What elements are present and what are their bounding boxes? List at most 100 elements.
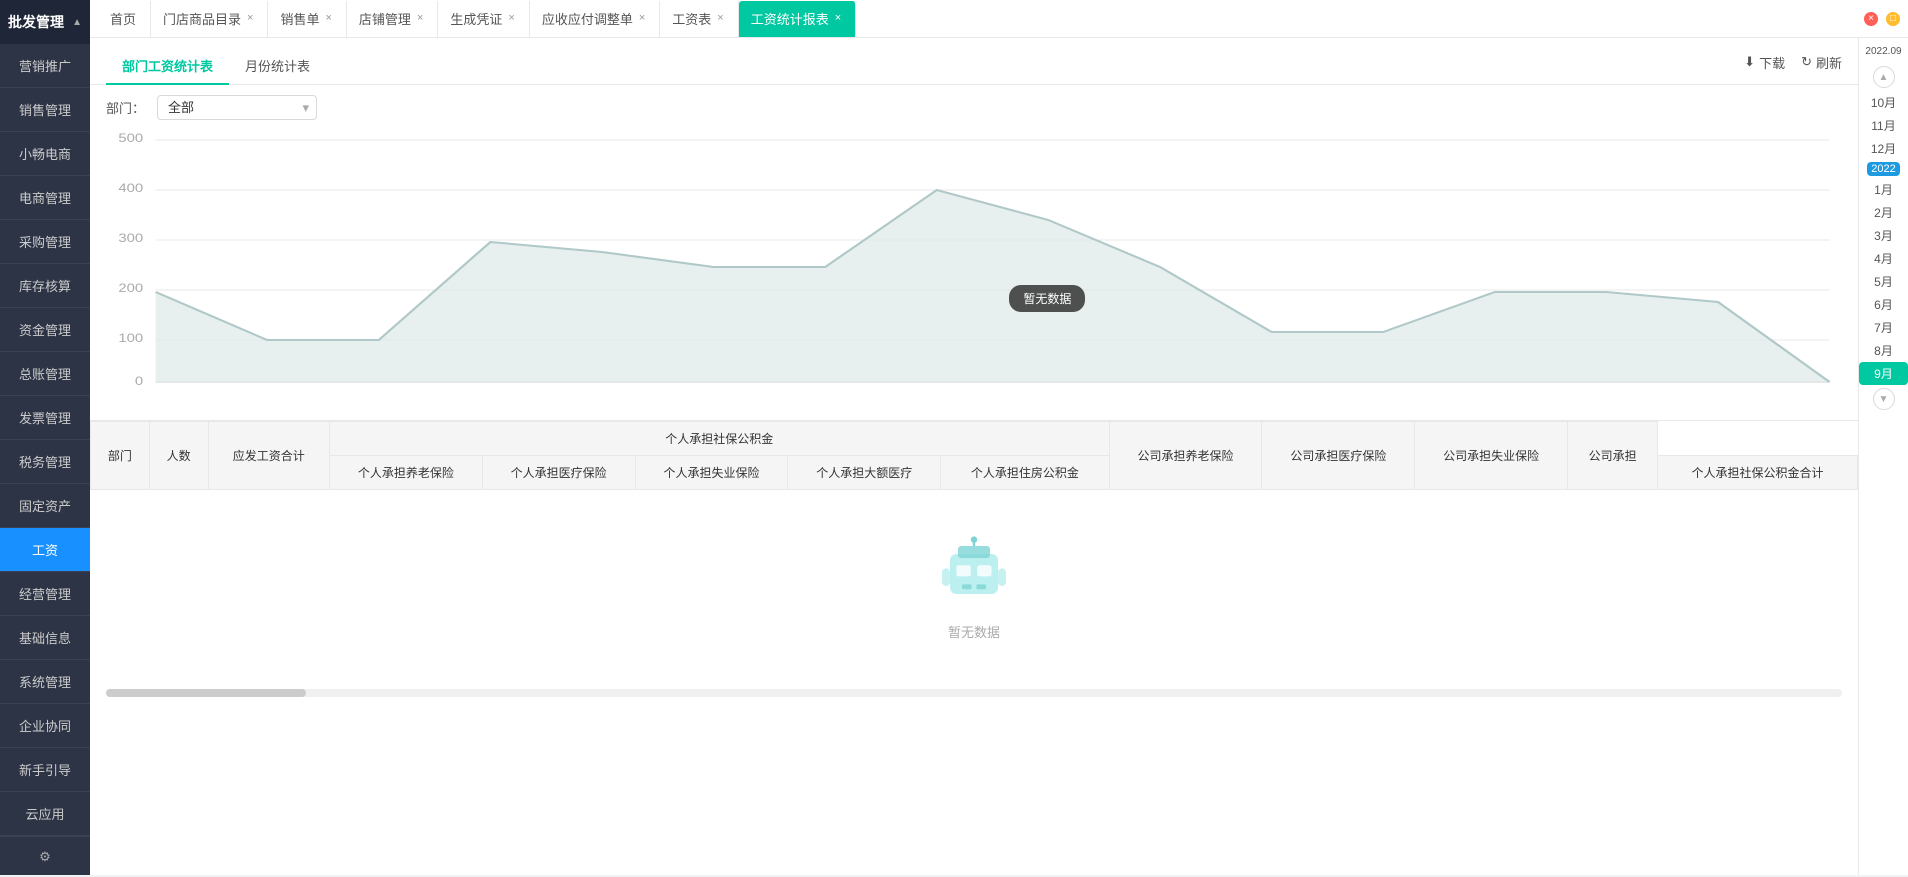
sidebar-item-gz[interactable]: 工资 bbox=[0, 528, 90, 572]
sidebar-item-fpgl[interactable]: 发票管理 bbox=[0, 396, 90, 440]
timeline-down-btn[interactable]: ▼ bbox=[1873, 388, 1895, 410]
sub-tabs-bar: 部门工资统计表 月份统计表 ⬇ 下载 ↻ 刷新 bbox=[90, 38, 1858, 85]
chart-svg: 500 400 300 200 100 0 bbox=[106, 130, 1842, 390]
tab-ysyftz[interactable]: 应收应付调整单× bbox=[530, 1, 660, 37]
sidebar-item-swgl[interactable]: 税务管理 bbox=[0, 440, 90, 484]
th-p-medical: 个人承担医疗保险 bbox=[482, 456, 635, 490]
window-restore-btn[interactable]: □ bbox=[1886, 12, 1900, 26]
sidebar-item-gdyc[interactable]: 固定资产 bbox=[0, 484, 90, 528]
main-area: 首页门店商品目录×销售单×店铺管理×生成凭证×应收应付调整单×工资表×工资统计报… bbox=[90, 0, 1908, 875]
dept-select-wrapper: 全部 bbox=[157, 95, 317, 120]
tab-close-mdsp[interactable]: × bbox=[247, 13, 253, 24]
timeline-month-6[interactable]: 6月 bbox=[1859, 293, 1908, 316]
refresh-btn[interactable]: ↻ 刷新 bbox=[1801, 53, 1842, 72]
svg-text:400: 400 bbox=[118, 181, 143, 194]
tab-xsd[interactable]: 销售单× bbox=[268, 1, 346, 37]
sidebar-item-yxty[interactable]: 营销推广 bbox=[0, 44, 90, 88]
dept-select[interactable]: 全部 bbox=[157, 95, 317, 120]
tab-close-ysyftz[interactable]: × bbox=[639, 13, 645, 24]
tab-sy[interactable]: 首页 bbox=[98, 1, 151, 37]
th-company-other: 公司承担 bbox=[1568, 422, 1658, 490]
th-p-major-medical: 个人承担大额医疗 bbox=[788, 456, 941, 490]
tab-dept-stats[interactable]: 部门工资统计表 bbox=[106, 48, 229, 85]
refresh-icon: ↻ bbox=[1801, 54, 1812, 70]
timeline-up-btn[interactable]: ▲ bbox=[1873, 66, 1895, 88]
sidebar-item-xydds[interactable]: 小畅电商 bbox=[0, 132, 90, 176]
stats-table: 部门 人数 应发工资合计 个人承担社保公积金 公司承担养老保险 公司承担医疗保险… bbox=[90, 421, 1858, 490]
filter-bar: 部门： 全部 bbox=[90, 85, 1858, 130]
sidebar-item-jcxx[interactable]: 基础信息 bbox=[0, 616, 90, 660]
timeline-month-9[interactable]: 9月 bbox=[1859, 362, 1908, 385]
sidebar-title: 批发管理 bbox=[8, 12, 64, 32]
sidebar: 批发管理 ▲ 营销推广销售管理小畅电商电商管理采购管理库存核算资金管理总账管理发… bbox=[0, 0, 90, 875]
no-data-container: 暂无数据 bbox=[90, 490, 1858, 681]
tab-close-gzb[interactable]: × bbox=[717, 13, 723, 24]
sidebar-item-jygl[interactable]: 经营管理 bbox=[0, 572, 90, 616]
timeline-panel: 2022.09 ▲ 10月 11月 12月 2022 1月 2月 3月 4月 5… bbox=[1858, 38, 1908, 875]
sidebar-item-dsgl[interactable]: 电商管理 bbox=[0, 176, 90, 220]
th-personal-insurance: 个人承担社保公积金 bbox=[329, 422, 1109, 456]
window-close-btn[interactable]: × bbox=[1864, 12, 1878, 26]
timeline-month-11[interactable]: 11月 bbox=[1859, 114, 1908, 137]
table-area[interactable]: 部门 人数 应发工资合计 个人承担社保公积金 公司承担养老保险 公司承担医疗保险… bbox=[90, 420, 1858, 875]
timeline-month-1[interactable]: 1月 bbox=[1859, 178, 1908, 201]
tab-gztjbb[interactable]: 工资统计报表× bbox=[739, 1, 856, 37]
download-btn[interactable]: ⬇ 下载 bbox=[1744, 53, 1785, 72]
no-data-icon bbox=[934, 530, 1014, 610]
timeline-month-5[interactable]: 5月 bbox=[1859, 270, 1908, 293]
content-area: 部门工资统计表 月份统计表 ⬇ 下载 ↻ 刷新 部门： bbox=[90, 38, 1908, 875]
download-icon: ⬇ bbox=[1744, 54, 1755, 70]
tab-gzb[interactable]: 工资表× bbox=[660, 1, 738, 37]
timeline-month-2[interactable]: 2月 bbox=[1859, 201, 1908, 224]
th-p-housing-fund: 个人承担住房公积金 bbox=[941, 456, 1109, 490]
tab-close-xsd[interactable]: × bbox=[325, 13, 331, 24]
refresh-label: 刷新 bbox=[1816, 53, 1842, 72]
th-total-salary: 应发工资合计 bbox=[208, 422, 329, 490]
tab-close-gztjbb[interactable]: × bbox=[835, 13, 841, 24]
sidebar-item-xsyd[interactable]: 新手引导 bbox=[0, 748, 90, 792]
svg-text:300: 300 bbox=[118, 231, 143, 244]
th-company-medical: 公司承担医疗保险 bbox=[1262, 422, 1415, 490]
sidebar-item-xsgl[interactable]: 销售管理 bbox=[0, 88, 90, 132]
tab-month-stats[interactable]: 月份统计表 bbox=[229, 48, 326, 85]
th-company-pension: 公司承担养老保险 bbox=[1109, 422, 1262, 490]
no-data-label: 暂无数据 bbox=[948, 622, 1000, 641]
svg-text:200: 200 bbox=[118, 281, 143, 294]
table-scrollbar-thumb[interactable] bbox=[106, 689, 306, 697]
timeline-month-7[interactable]: 7月 bbox=[1859, 316, 1908, 339]
filter-dept-label: 部门： bbox=[106, 98, 145, 117]
gear-icon: ⚙ bbox=[39, 849, 51, 864]
th-company-unemployment: 公司承担失业保险 bbox=[1415, 422, 1568, 490]
tab-sczm[interactable]: 生成凭证× bbox=[438, 1, 529, 37]
sidebar-item-zzgl[interactable]: 总账管理 bbox=[0, 352, 90, 396]
sidebar-settings-btn[interactable]: ⚙ bbox=[0, 836, 90, 877]
sidebar-item-qyxt[interactable]: 企业协同 bbox=[0, 704, 90, 748]
th-count: 人数 bbox=[149, 422, 208, 490]
timeline-month-8[interactable]: 8月 bbox=[1859, 339, 1908, 362]
chart-area: 500 400 300 200 100 0 bbox=[90, 130, 1858, 420]
page: 部门工资统计表 月份统计表 ⬇ 下载 ↻ 刷新 部门： bbox=[90, 38, 1858, 875]
th-p-pension: 个人承担养老保险 bbox=[329, 456, 482, 490]
timeline-month-12[interactable]: 12月 bbox=[1859, 137, 1908, 160]
sub-tabs-left: 部门工资统计表 月份统计表 bbox=[106, 48, 326, 84]
timeline-year-2022[interactable]: 2022 bbox=[1867, 162, 1899, 176]
timeline-month-3[interactable]: 3月 bbox=[1859, 224, 1908, 247]
th-p-unemployment: 个人承担失业保险 bbox=[635, 456, 788, 490]
sidebar-item-cggl[interactable]: 采购管理 bbox=[0, 220, 90, 264]
sidebar-header[interactable]: 批发管理 ▲ bbox=[0, 0, 90, 44]
svg-text:500: 500 bbox=[118, 131, 143, 144]
tab-mdsp[interactable]: 门店商品目录× bbox=[151, 1, 268, 37]
tabs-bar: 首页门店商品目录×销售单×店铺管理×生成凭证×应收应付调整单×工资表×工资统计报… bbox=[90, 0, 1908, 38]
timeline-month-10[interactable]: 10月 bbox=[1859, 91, 1908, 114]
table-scrollbar[interactable] bbox=[106, 689, 1842, 697]
sidebar-item-xtgl[interactable]: 系统管理 bbox=[0, 660, 90, 704]
sidebar-item-kchj[interactable]: 库存核算 bbox=[0, 264, 90, 308]
sidebar-item-zjgl[interactable]: 资金管理 bbox=[0, 308, 90, 352]
tab-close-sczm[interactable]: × bbox=[508, 13, 514, 24]
sidebar-item-yyyy[interactable]: 云应用 bbox=[0, 792, 90, 836]
tab-dpgl[interactable]: 店铺管理× bbox=[347, 1, 438, 37]
timeline-month-4[interactable]: 4月 bbox=[1859, 247, 1908, 270]
sub-tabs-right: ⬇ 下载 ↻ 刷新 bbox=[1744, 53, 1842, 80]
tab-close-dpgl[interactable]: × bbox=[417, 13, 423, 24]
table-scrollbar-container bbox=[90, 681, 1858, 705]
